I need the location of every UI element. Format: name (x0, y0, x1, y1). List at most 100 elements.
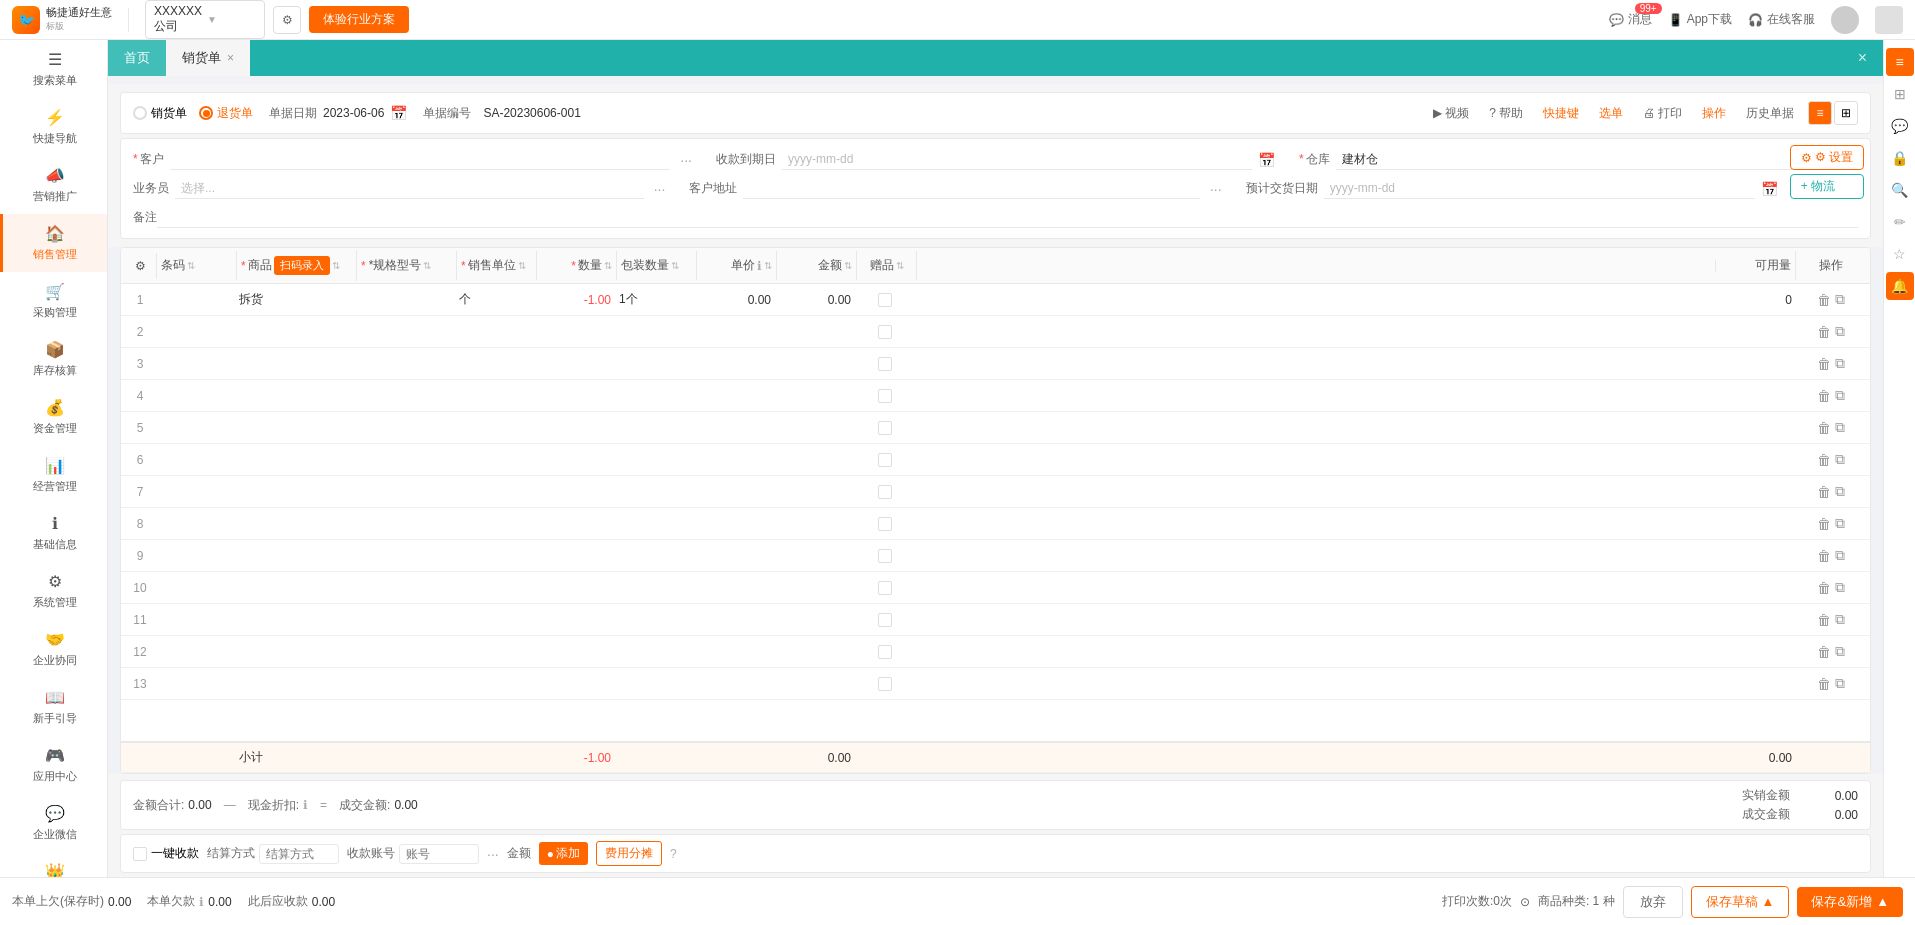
td-barcode-5[interactable] (155, 456, 235, 464)
sidebar-item-12[interactable]: 🎮应用中心 (0, 736, 107, 794)
td-price-9[interactable] (695, 584, 775, 592)
tab-sales[interactable]: 销货单 × (166, 40, 250, 76)
customer-input[interactable] (170, 149, 671, 170)
td-product-5[interactable] (235, 456, 355, 464)
td-note-2[interactable] (915, 360, 1716, 368)
td-unit-9[interactable] (455, 584, 535, 592)
td-pack-2[interactable] (615, 360, 695, 368)
td-unit-1[interactable] (455, 328, 535, 336)
td-qty-8[interactable] (535, 552, 615, 560)
td-spec-0[interactable] (355, 296, 455, 304)
copy-icon-11[interactable]: ⧉ (1835, 643, 1845, 660)
settings-btn[interactable]: ⚙ ⚙ 设置 (1790, 145, 1864, 170)
sidebar-item-10[interactable]: 🤝企业协同 (0, 620, 107, 678)
calendar-icon[interactable]: 📅 (390, 105, 407, 121)
right-panel-comment-icon[interactable]: 💬 (1886, 112, 1914, 140)
td-spec-7[interactable] (355, 520, 455, 528)
payment-method-input[interactable] (259, 844, 339, 864)
salesperson-dots-btn[interactable]: ··· (654, 181, 666, 197)
td-pack-11[interactable] (615, 648, 695, 656)
delivery-calendar-icon[interactable]: 📅 (1761, 181, 1778, 197)
td-barcode-8[interactable] (155, 552, 235, 560)
td-gift-1[interactable] (855, 321, 915, 343)
right-panel-search-icon[interactable]: 🔍 (1886, 176, 1914, 204)
td-barcode-4[interactable] (155, 424, 235, 432)
copy-icon-7[interactable]: ⧉ (1835, 515, 1845, 532)
sidebar-item-2[interactable]: 📣营销推广 (0, 156, 107, 214)
td-note-3[interactable] (915, 392, 1716, 400)
td-spec-4[interactable] (355, 424, 455, 432)
payment-checkbox-input[interactable] (133, 847, 147, 861)
td-unit-3[interactable] (455, 392, 535, 400)
copy-icon-3[interactable]: ⧉ (1835, 387, 1845, 404)
td-unit-6[interactable] (455, 488, 535, 496)
td-product-9[interactable] (235, 584, 355, 592)
td-price-11[interactable] (695, 648, 775, 656)
td-amount-12[interactable] (775, 680, 855, 688)
delete-icon-4[interactable]: 🗑 (1817, 420, 1831, 436)
experience-btn[interactable]: 体验行业方案 (309, 6, 409, 33)
user-menu-btn[interactable] (1875, 6, 1903, 34)
copy-icon-12[interactable]: ⧉ (1835, 675, 1845, 692)
sidebar-item-1[interactable]: ⚡快捷导航 (0, 98, 107, 156)
gift-checkbox-0[interactable] (878, 293, 892, 307)
one-click-payment[interactable]: 一键收款 (133, 845, 199, 862)
td-amount-8[interactable] (775, 552, 855, 560)
td-pack-4[interactable] (615, 424, 695, 432)
td-note-6[interactable] (915, 488, 1716, 496)
td-amount-10[interactable] (775, 616, 855, 624)
close-window-btn[interactable]: × (1850, 49, 1875, 67)
td-unit-10[interactable] (455, 616, 535, 624)
td-note-0[interactable] (915, 296, 1716, 304)
td-qty-9[interactable] (535, 584, 615, 592)
td-product-2[interactable] (235, 360, 355, 368)
settings-gear-btn[interactable]: ⚙ (273, 6, 301, 34)
avatar[interactable] (1831, 6, 1859, 34)
sidebar-item-6[interactable]: 💰资金管理 (0, 388, 107, 446)
td-gift-5[interactable] (855, 449, 915, 471)
right-panel-star-icon[interactable]: ☆ (1886, 240, 1914, 268)
td-product-7[interactable] (235, 520, 355, 528)
gift-checkbox-3[interactable] (878, 389, 892, 403)
td-barcode-6[interactable] (155, 488, 235, 496)
app-download-btn[interactable]: 📱 App下载 (1668, 11, 1732, 28)
td-gift-11[interactable] (855, 641, 915, 663)
copy-icon-6[interactable]: ⧉ (1835, 483, 1845, 500)
td-note-4[interactable] (915, 424, 1716, 432)
copy-icon-8[interactable]: ⧉ (1835, 547, 1845, 564)
td-qty-0[interactable]: -1.00 (535, 289, 615, 311)
td-spec-2[interactable] (355, 360, 455, 368)
grid-view-btn[interactable]: ⊞ (1834, 101, 1858, 125)
td-pack-8[interactable] (615, 552, 695, 560)
gift-checkbox-12[interactable] (878, 677, 892, 691)
td-amount-11[interactable] (775, 648, 855, 656)
right-panel-list-icon[interactable]: ≡ (1886, 48, 1914, 76)
payment-account-input[interactable] (399, 844, 479, 864)
copy-icon-4[interactable]: ⧉ (1835, 419, 1845, 436)
select-btn[interactable]: 选单 (1593, 103, 1629, 124)
td-spec-3[interactable] (355, 392, 455, 400)
print-btn[interactable]: 🖨 打印 (1637, 103, 1688, 124)
td-amount-0[interactable]: 0.00 (775, 289, 855, 311)
td-product-6[interactable] (235, 488, 355, 496)
td-product-8[interactable] (235, 552, 355, 560)
gift-checkbox-6[interactable] (878, 485, 892, 499)
delete-icon-12[interactable]: 🗑 (1817, 676, 1831, 692)
td-barcode-9[interactable] (155, 584, 235, 592)
right-panel-notify-icon[interactable]: 🔔 (1886, 272, 1914, 300)
td-product-10[interactable] (235, 616, 355, 624)
delete-icon-8[interactable]: 🗑 (1817, 548, 1831, 564)
td-barcode-3[interactable] (155, 392, 235, 400)
td-price-12[interactable] (695, 680, 775, 688)
td-price-10[interactable] (695, 616, 775, 624)
delete-icon-2[interactable]: 🗑 (1817, 356, 1831, 372)
td-note-1[interactable] (915, 328, 1716, 336)
td-pack-12[interactable] (615, 680, 695, 688)
expense-btn[interactable]: 费用分摊 (596, 841, 662, 866)
list-view-btn[interactable]: ≡ (1808, 101, 1832, 125)
td-qty-7[interactable] (535, 520, 615, 528)
sidebar-item-5[interactable]: 📦库存核算 (0, 330, 107, 388)
td-note-5[interactable] (915, 456, 1716, 464)
td-gift-10[interactable] (855, 609, 915, 631)
td-gift-0[interactable] (855, 289, 915, 311)
